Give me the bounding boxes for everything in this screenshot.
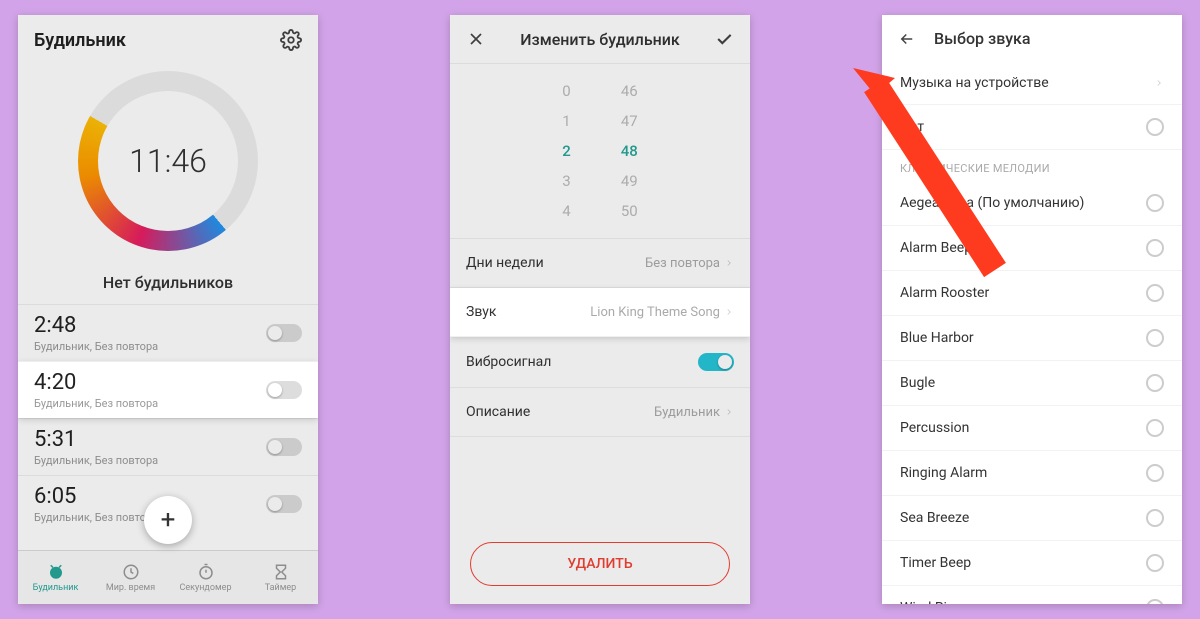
no-alarms-label: Нет будильников	[18, 273, 318, 292]
melody-label: Aegean Sea (По умолчанию)	[900, 195, 1084, 211]
page-title: Выбор звука	[934, 29, 1031, 48]
radio-icon[interactable]	[1146, 329, 1164, 347]
melody-label: Alarm Rooster	[900, 285, 989, 301]
time-picker[interactable]: 0 1 2 3 4 46 47 48 49 50	[450, 64, 750, 239]
row-label: Нет	[900, 119, 924, 135]
picker-hours[interactable]: 0 1 2 3 4	[562, 82, 571, 220]
melody-row[interactable]: Alarm Rooster	[882, 271, 1182, 316]
alarm-toggle[interactable]	[266, 495, 302, 513]
row-label: Вибросигнал	[466, 354, 551, 370]
alarm-toggle[interactable]	[266, 438, 302, 456]
melody-label: Wind Rises	[900, 600, 969, 604]
melody-row[interactable]: Percussion	[882, 406, 1182, 451]
row-value: Lion King Theme Song	[590, 305, 720, 320]
screen-sound-select: Выбор звука Музыка на устройстве Нет КЛА…	[882, 15, 1182, 604]
melody-row[interactable]: Wind Rises	[882, 586, 1182, 604]
clock-ring: 11:46	[18, 71, 318, 251]
back-icon[interactable]	[898, 30, 916, 48]
screen-alarm-list: Будильник 11:46 Нет будильников 2:48 Буд…	[18, 15, 318, 604]
row-sound[interactable]: Звук Lion King Theme Song	[450, 288, 750, 337]
vibro-toggle[interactable]	[698, 353, 734, 371]
melody-row[interactable]: Bugle	[882, 361, 1182, 406]
melody-label: Timer Beep	[900, 555, 971, 571]
close-icon[interactable]	[466, 29, 486, 49]
radio-icon[interactable]	[1146, 374, 1164, 392]
tab-world-clock[interactable]: Мир. время	[93, 551, 168, 604]
radio-icon[interactable]	[1146, 194, 1164, 212]
tab-label: Таймер	[265, 583, 296, 593]
screen-edit-alarm: Изменить будильник 0 1 2 3 4 46 47 48 49…	[450, 15, 750, 604]
melody-row[interactable]: Ringing Alarm	[882, 451, 1182, 496]
alarm-time: 2:48	[34, 313, 158, 338]
row-device-music[interactable]: Музыка на устройстве	[882, 62, 1182, 105]
radio-icon[interactable]	[1146, 599, 1164, 604]
melody-row[interactable]: Aegean Sea (По умолчанию)	[882, 181, 1182, 226]
melody-label: Percussion	[900, 420, 969, 436]
row-label: Звук	[466, 304, 496, 320]
melody-label: Sea Breeze	[900, 510, 969, 526]
row-label: Дни недели	[466, 255, 544, 271]
row-days[interactable]: Дни недели Без повтора	[450, 239, 750, 288]
check-icon[interactable]	[714, 29, 734, 49]
radio-icon[interactable]	[1146, 464, 1164, 482]
radio-icon[interactable]	[1146, 284, 1164, 302]
melody-label: Alarm Beep	[900, 240, 972, 256]
melody-row[interactable]: Alarm Beep	[882, 226, 1182, 271]
row-none[interactable]: Нет	[882, 105, 1182, 150]
stopwatch-icon	[197, 563, 215, 581]
tab-timer[interactable]: Таймер	[243, 551, 318, 604]
page-title: Будильник	[34, 30, 126, 51]
melody-row[interactable]: Blue Harbor	[882, 316, 1182, 361]
radio-icon[interactable]	[1146, 239, 1164, 257]
timer-icon	[272, 563, 290, 581]
page-title: Изменить будильник	[520, 30, 680, 49]
radio-icon[interactable]	[1146, 419, 1164, 437]
alarm-sub: Будильник, Без повтора	[34, 454, 158, 467]
alarm-time: 5:31	[34, 427, 158, 452]
chevron-right-icon	[1154, 78, 1164, 88]
alarm-time: 4:20	[34, 370, 158, 395]
chevron-right-icon	[724, 258, 734, 268]
tab-stopwatch[interactable]: Секундомер	[168, 551, 243, 604]
melody-label: Blue Harbor	[900, 330, 974, 346]
row-label: Описание	[466, 404, 530, 420]
alarm-sub: Будильник, Без повтора	[34, 511, 158, 524]
melody-row[interactable]: Sea Breeze	[882, 496, 1182, 541]
radio-icon[interactable]	[1146, 118, 1164, 136]
tab-label: Мир. время	[106, 583, 155, 593]
melody-label: Bugle	[900, 375, 935, 391]
alarm-row[interactable]: 2:48 Будильник, Без повтора	[18, 304, 318, 361]
picker-minutes[interactable]: 46 47 48 49 50	[621, 82, 638, 220]
alarm-row[interactable]: 4:20 Будильник, Без повтора	[18, 361, 318, 418]
alarm-time: 6:05	[34, 484, 158, 509]
alarm-sub: Будильник, Без повтора	[34, 340, 158, 353]
tab-label: Секундомер	[179, 583, 231, 593]
tab-alarm[interactable]: Будильник	[18, 551, 93, 604]
alarm-icon	[47, 563, 65, 581]
gear-icon[interactable]	[280, 29, 302, 51]
row-description[interactable]: Описание Будильник	[450, 388, 750, 437]
alarm-toggle[interactable]	[266, 381, 302, 399]
radio-icon[interactable]	[1146, 554, 1164, 572]
row-vibro[interactable]: Вибросигнал	[450, 337, 750, 388]
alarm-row[interactable]: 5:31 Будильник, Без повтора	[18, 418, 318, 475]
row-label: Музыка на устройстве	[900, 75, 1049, 91]
melody-label: Ringing Alarm	[900, 465, 987, 481]
alarm-toggle[interactable]	[266, 324, 302, 342]
row-value: Будильник	[654, 405, 720, 420]
row-value: Без повтора	[645, 256, 720, 271]
alarm-sub: Будильник, Без повтора	[34, 397, 158, 410]
radio-icon[interactable]	[1146, 509, 1164, 527]
delete-button[interactable]: УДАЛИТЬ	[470, 542, 730, 586]
add-alarm-button[interactable]: +	[144, 496, 192, 544]
melody-row[interactable]: Timer Beep	[882, 541, 1182, 586]
chevron-right-icon	[724, 407, 734, 417]
chevron-right-icon	[724, 307, 734, 317]
clock-time: 11:46	[129, 142, 207, 180]
globe-icon	[122, 563, 140, 581]
section-header: КЛАССИЧЕСКИЕ МЕЛОДИИ	[882, 150, 1182, 181]
tab-label: Будильник	[33, 583, 79, 593]
